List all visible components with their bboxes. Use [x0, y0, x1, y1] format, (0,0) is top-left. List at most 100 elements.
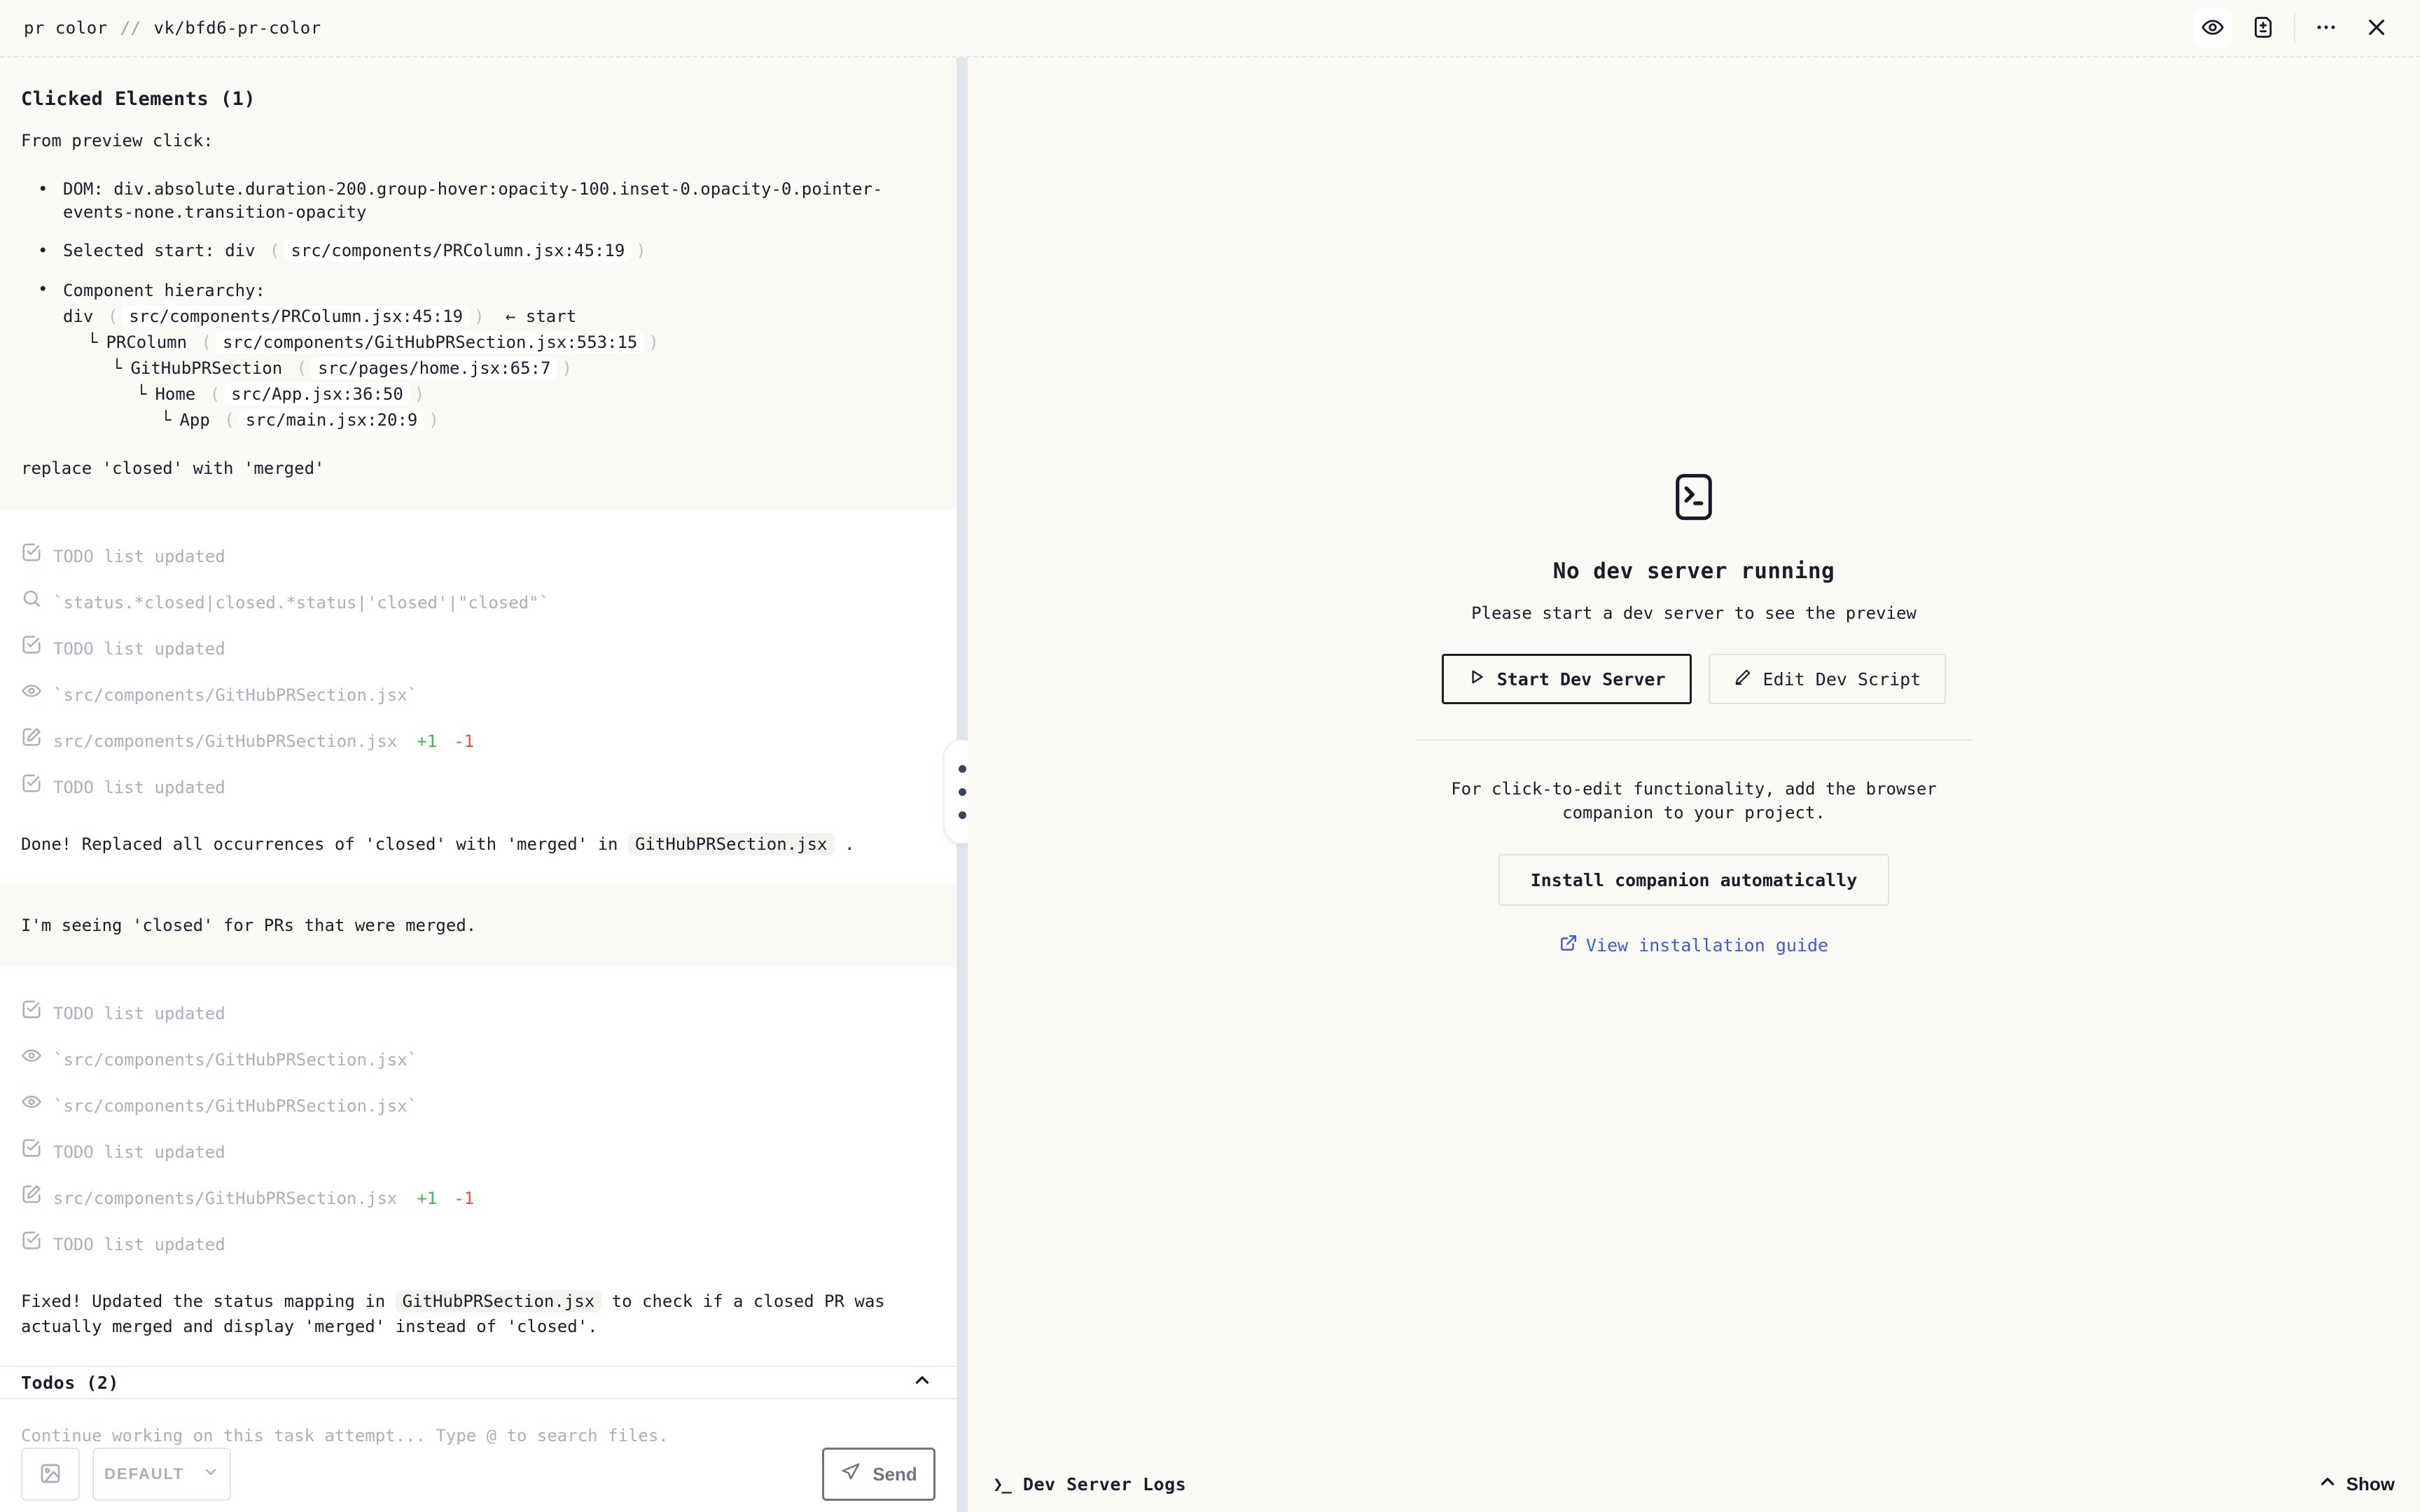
- edit-dev-script-button[interactable]: Edit Dev Script: [1708, 654, 1947, 704]
- summary-text: Done! Replaced all occurrences of 'close…: [21, 834, 618, 854]
- todo-check-icon: [21, 634, 42, 664]
- more-options-button[interactable]: [2307, 8, 2346, 48]
- tool-item-label: TODO list updated: [53, 639, 225, 659]
- diff-additions: +1: [417, 732, 438, 751]
- chevron-up-icon: [2318, 1473, 2337, 1496]
- user-message-clicked-elements: Clicked Elements (1) From preview click:…: [0, 57, 957, 510]
- paren-open: (: [224, 410, 235, 430]
- component-hierarchy-bullet-item: • Component hierarchy: div (src/componen…: [38, 278, 936, 433]
- tool-item-edit[interactable]: src/components/GitHubPRSection.jsx +1 -1: [21, 1184, 936, 1213]
- file-edit-icon: [21, 727, 42, 756]
- start-dev-server-button[interactable]: Start Dev Server: [1441, 654, 1692, 704]
- companion-help-text: For click-to-edit functionality, add the…: [1451, 779, 1937, 822]
- close-button[interactable]: [2357, 8, 2396, 48]
- send-button[interactable]: Send: [822, 1448, 936, 1501]
- tool-item-edit[interactable]: src/components/GitHubPRSection.jsx +1 -1: [21, 727, 936, 756]
- tool-item-label: `src/components/GitHubPRSection.jsx`: [53, 1050, 418, 1070]
- empty-state-actions: Start Dev Server Edit Dev Script: [1441, 654, 1947, 704]
- dev-server-logs-header[interactable]: ❯_ Dev Server Logs: [993, 1474, 1186, 1494]
- tool-item-todo[interactable]: TODO list updated: [21, 773, 936, 802]
- user-message-2: I'm seeing 'closed' for PRs that were me…: [0, 883, 957, 967]
- tool-item-todo[interactable]: TODO list updated: [21, 1138, 936, 1167]
- diff-view-button[interactable]: [2244, 8, 2283, 48]
- message-input[interactable]: Continue working on this task attempt...…: [21, 1424, 936, 1448]
- todos-section-toggle[interactable]: Todos (2): [0, 1366, 957, 1399]
- bullet-glyph: •: [38, 179, 48, 199]
- edit-dev-script-label: Edit Dev Script: [1762, 668, 1921, 690]
- assistant-response-1: TODO list updated `status.*closed|closed…: [0, 510, 957, 883]
- tool-item-label: src/components/GitHubPRSection.jsx: [53, 1189, 398, 1208]
- preview-toggle-button[interactable]: [2193, 8, 2232, 48]
- assistant-summary: Done! Replaced all occurrences of 'close…: [21, 832, 936, 857]
- chevron-up-icon[interactable]: [913, 1371, 931, 1394]
- tool-item-todo[interactable]: TODO list updated: [21, 999, 936, 1028]
- tool-item-read[interactable]: `src/components/GitHubPRSection.jsx`: [21, 1091, 936, 1121]
- tool-item-label: `src/components/GitHubPRSection.jsx`: [53, 1096, 418, 1116]
- todo-check-icon: [21, 1138, 42, 1167]
- install-companion-button[interactable]: Install companion automatically: [1498, 854, 1890, 906]
- selected-start-label: Selected start: div: [63, 241, 256, 260]
- logs-show-label: Show: [2346, 1473, 2395, 1494]
- todo-check-icon: [21, 773, 42, 802]
- titlebar: pr color // vk/bfd6-pr-color: [0, 0, 2420, 57]
- logs-show-toggle[interactable]: Show: [2318, 1473, 2395, 1496]
- tool-item-search[interactable]: `status.*closed|closed.*status|'closed'|…: [21, 588, 936, 617]
- tool-item-todo[interactable]: TODO list updated: [21, 542, 936, 571]
- model-select[interactable]: DEFAULT: [92, 1448, 231, 1501]
- clicked-elements-intro: From preview click:: [21, 131, 214, 150]
- todo-check-icon: [21, 999, 42, 1028]
- tool-item-todo[interactable]: TODO list updated: [21, 1230, 936, 1259]
- assistant-summary: Fixed! Updated the status mapping in Git…: [21, 1289, 936, 1339]
- hierarchy-row: └ GitHubPRSection (src/pages/home.jsx:65:…: [63, 356, 936, 382]
- tool-item-read[interactable]: `src/components/GitHubPRSection.jsx`: [21, 1045, 936, 1074]
- empty-state-subtitle: Please start a dev server to see the pre…: [1471, 603, 1917, 623]
- assistant-response-2: TODO list updated `src/components/GitHub…: [0, 967, 957, 1366]
- file-read-icon: [21, 1091, 42, 1121]
- bullet-glyph: •: [38, 241, 48, 260]
- tree-branch-glyph: └: [112, 358, 123, 378]
- tree-branch-glyph: └: [137, 384, 147, 404]
- dev-server-logs-bar: ❯_ Dev Server Logs Show: [968, 1456, 2420, 1512]
- search-icon: [21, 588, 42, 617]
- user-prompt-text: replace 'closed' with 'merged': [21, 458, 325, 478]
- composer: Continue working on this task attempt...…: [0, 1399, 957, 1512]
- preview-panel: No dev server running Please start a dev…: [968, 57, 2420, 1512]
- tree-branch-glyph: └: [88, 332, 98, 352]
- pencil-icon: [1734, 668, 1752, 690]
- ellipsis-icon: [2314, 15, 2338, 41]
- selected-start-bullet-item: • Selected start: div (src/components/PR…: [38, 239, 936, 262]
- tool-item-label: TODO list updated: [53, 547, 225, 566]
- diff-file-icon: [2251, 15, 2275, 41]
- paren-open: (: [296, 358, 307, 378]
- tool-item-read[interactable]: `src/components/GitHubPRSection.jsx`: [21, 680, 936, 710]
- attach-image-button[interactable]: [21, 1448, 80, 1501]
- hierarchy-row: div (src/components/PRColumn.jsx:45:19) …: [63, 304, 936, 330]
- hierarchy-row: └ PRColumn (src/components/GitHubPRSectio…: [63, 330, 936, 356]
- empty-state-title: No dev server running: [1552, 559, 1835, 584]
- chevron-down-icon: [202, 1464, 219, 1485]
- tool-item-todo[interactable]: TODO list updated: [21, 634, 936, 664]
- titlebar-divider: [2294, 13, 2295, 43]
- tool-item-label: `status.*closed|closed.*status|'closed'|…: [53, 593, 550, 612]
- diff-additions: +1: [417, 1189, 438, 1208]
- installation-guide-link[interactable]: View installation guide: [1559, 934, 1828, 956]
- todo-check-icon: [21, 542, 42, 571]
- hierarchy-start-marker: ← start: [506, 307, 577, 326]
- installation-guide-label: View installation guide: [1585, 934, 1829, 955]
- paren-open: (: [209, 384, 221, 404]
- paren-close: ): [562, 358, 572, 378]
- tree-branch-glyph: └: [161, 410, 172, 430]
- title-separator: //: [120, 18, 141, 38]
- terminal-icon: [1675, 473, 1713, 525]
- bullet-glyph: •: [38, 279, 48, 299]
- terminal-prompt-icon: ❯_: [993, 1474, 1012, 1494]
- panel-resize-divider[interactable]: [943, 57, 981, 1512]
- todos-label: Todos (2): [21, 1372, 119, 1393]
- model-select-value: DEFAULT: [104, 1465, 184, 1483]
- component-name: div: [63, 307, 94, 326]
- composer-controls: DEFAULT Send: [21, 1448, 936, 1501]
- file-name-chip: GitHubPRSection.jsx: [627, 833, 835, 855]
- dom-selector-text: DOM: div.absolute.duration-200.group-hov…: [63, 179, 883, 222]
- tool-item-label: TODO list updated: [53, 1142, 225, 1162]
- branch-name: vk/bfd6-pr-color: [153, 18, 321, 38]
